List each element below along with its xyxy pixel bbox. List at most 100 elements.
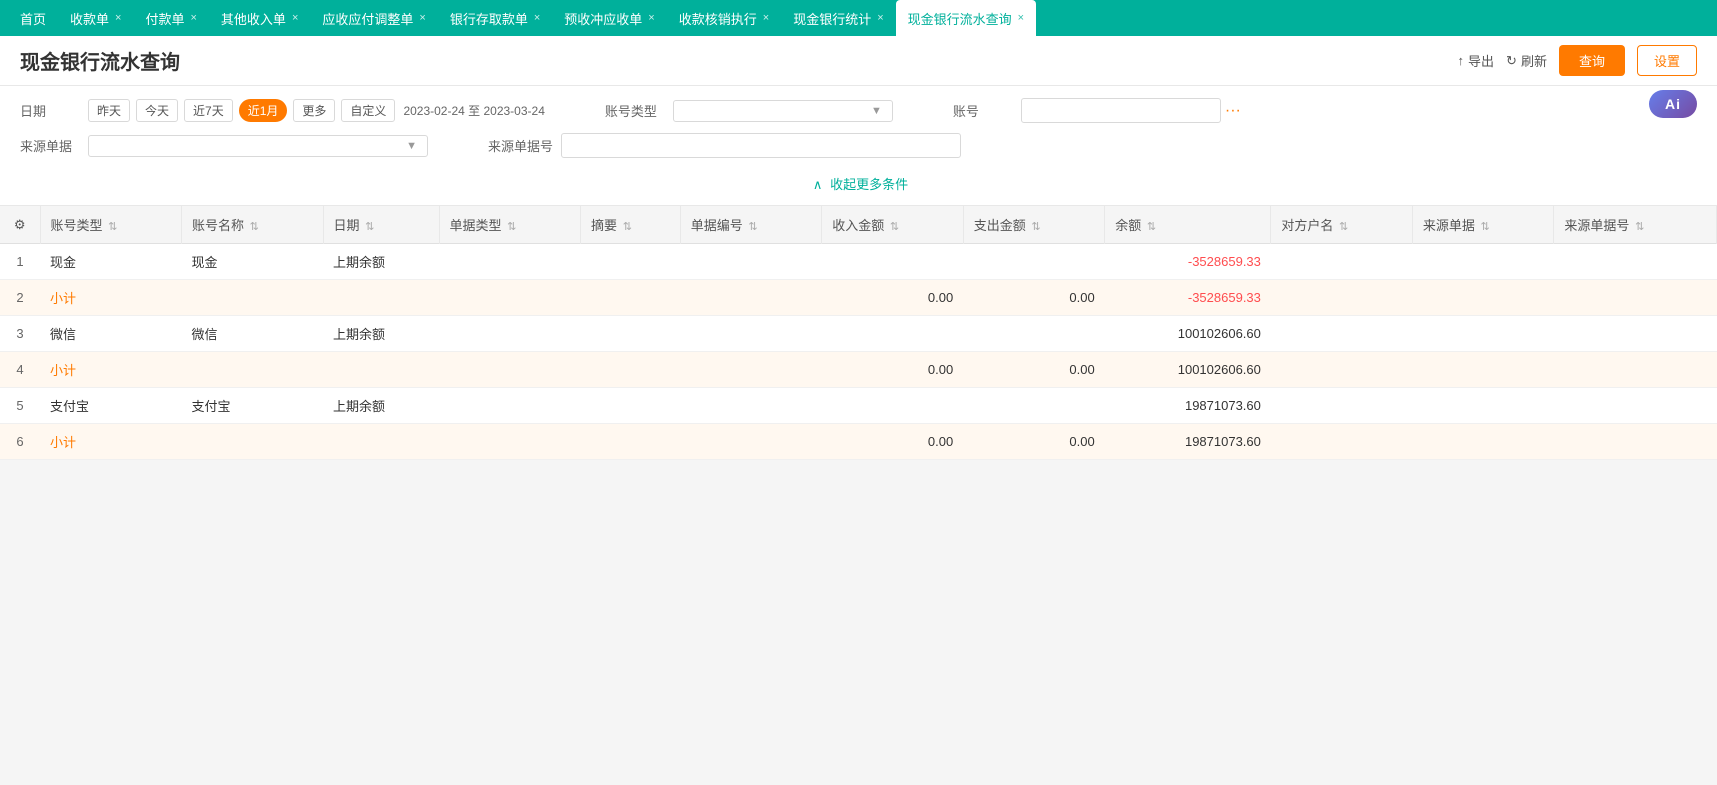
td-balance: -3528659.33 [1105,244,1271,280]
ai-button[interactable]: Ai [1649,90,1697,118]
close-icon[interactable]: × [292,12,298,24]
th-date[interactable]: 日期 ⇅ [323,206,439,244]
td-counterpart [1271,244,1413,280]
nav-tab-5[interactable]: 预收冲应收单 × [552,0,666,36]
td-index: 3 [0,316,40,352]
query-button[interactable]: 查询 [1559,45,1625,76]
th-balance[interactable]: 余额 ⇅ [1105,206,1271,244]
account-input[interactable] [1021,98,1221,123]
td-account-name [182,352,324,388]
close-icon[interactable]: × [648,12,654,24]
td-doc-type [439,388,581,424]
table-row: 4 小计 0.00 0.00 100102606.60 [0,352,1717,388]
th-income[interactable]: 收入金额 ⇅ [822,206,964,244]
close-icon[interactable]: × [190,12,196,24]
td-summary [581,352,681,388]
export-button[interactable]: ↑ 导出 [1458,51,1495,70]
td-balance: 100102606.60 [1105,316,1271,352]
nav-tab-0[interactable]: 收款单 × [58,0,133,36]
close-icon[interactable]: × [877,12,883,24]
refresh-icon: ↻ [1506,53,1517,69]
td-date [323,280,439,316]
td-balance: 19871073.60 [1105,388,1271,424]
th-account-type[interactable]: 账号类型 ⇅ [40,206,182,244]
sort-icon: ⇅ [623,221,632,233]
date-btn-today[interactable]: 今天 [136,99,178,122]
sort-icon: ⇅ [507,221,516,233]
source-doc-no-input[interactable] [561,133,961,158]
td-income [822,388,964,424]
date-btn-7days[interactable]: 近7天 [184,99,233,122]
close-icon[interactable]: × [1018,12,1024,24]
td-doc-no [680,244,822,280]
source-doc-no-label: 来源单据号 [488,136,553,155]
nav-tab-8[interactable]: 现金银行流水查询 × [896,0,1036,36]
td-balance: -3528659.33 [1105,280,1271,316]
td-expense [963,388,1105,424]
close-icon[interactable]: × [115,12,121,24]
td-counterpart [1271,388,1413,424]
date-btn-1month[interactable]: 近1月 [239,99,288,122]
sort-icon: ⇅ [250,221,259,233]
date-label: 日期 [20,101,80,120]
td-account-type: 小计 [40,424,182,460]
chevron-up-icon: ∧ [813,177,823,192]
td-doc-type [439,352,581,388]
sort-icon: ⇅ [1147,221,1156,233]
account-type-select[interactable]: ▼ [673,100,893,122]
header-actions: ↑ 导出 ↻ 刷新 查询 设置 [1458,45,1697,76]
td-index: 1 [0,244,40,280]
nav-tab-2[interactable]: 其他收入单 × [209,0,310,36]
td-account-name [182,424,324,460]
th-doc-type[interactable]: 单据类型 ⇅ [439,206,581,244]
close-icon[interactable]: × [763,12,769,24]
date-btn-more[interactable]: 更多 [293,99,335,122]
date-btn-custom[interactable]: 自定义 [341,99,395,122]
close-icon[interactable]: × [534,12,540,24]
td-index: 5 [0,388,40,424]
th-source-doc-no[interactable]: 来源单据号 ⇅ [1554,206,1717,244]
nav-tab-7[interactable]: 现金银行统计 × [781,0,895,36]
sort-icon: ⇅ [890,221,899,233]
td-source-doc-no [1554,316,1717,352]
td-index: 2 [0,280,40,316]
td-income: 0.00 [822,424,964,460]
td-counterpart [1271,280,1413,316]
th-summary[interactable]: 摘要 ⇅ [581,206,681,244]
td-account-name: 支付宝 [182,388,324,424]
th-settings[interactable]: ⚙ [0,206,40,244]
td-account-name [182,280,324,316]
refresh-button[interactable]: ↻ 刷新 [1506,51,1547,70]
sort-icon: ⇅ [748,221,757,233]
settings-button[interactable]: 设置 [1637,45,1697,76]
settings-icon: ⚙ [14,217,26,232]
th-account-name[interactable]: 账号名称 ⇅ [182,206,324,244]
source-doc-select[interactable]: ▼ [88,135,428,157]
td-source-doc-no [1554,424,1717,460]
date-btn-yesterday[interactable]: 昨天 [88,99,130,122]
th-source-doc[interactable]: 来源单据 ⇅ [1412,206,1554,244]
nav-home[interactable]: 首页 [8,9,58,28]
td-expense: 0.00 [963,424,1105,460]
account-type-label: 账号类型 [605,101,665,120]
nav-tab-6[interactable]: 收款核销执行 × [667,0,781,36]
th-expense[interactable]: 支出金额 ⇅ [963,206,1105,244]
close-icon[interactable]: × [419,12,425,24]
filter-area: 日期 昨天 今天 近7天 近1月 更多 自定义 2023-02-24 至 202… [0,86,1717,206]
th-doc-no[interactable]: 单据编号 ⇅ [680,206,822,244]
collapse-bar[interactable]: ∧ 收起更多条件 [20,168,1697,197]
nav-tab-4[interactable]: 银行存取款单 × [438,0,552,36]
account-label: 账号 [953,101,1013,120]
sort-icon: ⇅ [108,221,117,233]
td-balance: 100102606.60 [1105,352,1271,388]
th-counterpart[interactable]: 对方户名 ⇅ [1271,206,1413,244]
td-date: 上期余额 [323,244,439,280]
td-doc-type [439,244,581,280]
td-date [323,352,439,388]
account-dots-button[interactable]: ··· [1225,102,1241,120]
td-doc-no [680,280,822,316]
td-source-doc-no [1554,352,1717,388]
table-container: ⚙ 账号类型 ⇅ 账号名称 ⇅ 日期 ⇅ 单据类型 ⇅ [0,206,1717,460]
nav-tab-1[interactable]: 付款单 × [133,0,208,36]
nav-tab-3[interactable]: 应收应付调整单 × [310,0,437,36]
